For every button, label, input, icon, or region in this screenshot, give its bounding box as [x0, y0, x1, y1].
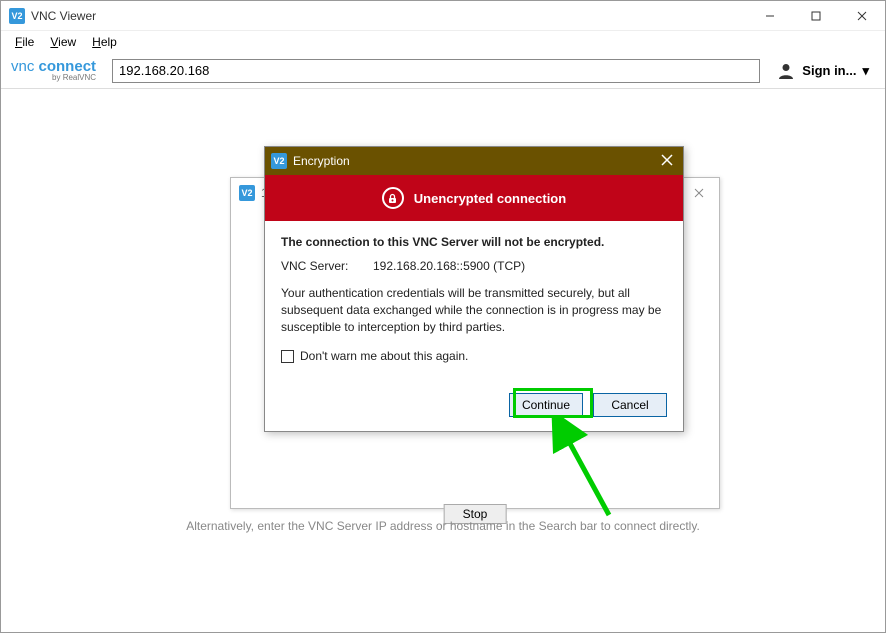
- continue-button[interactable]: Continue: [509, 393, 583, 417]
- brand-logo: vnc connect by RealVNC: [11, 59, 96, 82]
- close-button[interactable]: [839, 1, 885, 31]
- menu-view[interactable]: View: [42, 33, 84, 51]
- window-title: VNC Viewer: [31, 9, 747, 23]
- dialog-buttons: Continue Cancel: [265, 393, 683, 431]
- dialog-banner: Unencrypted connection: [265, 175, 683, 221]
- dialog-close-button[interactable]: [651, 153, 683, 169]
- server-row: VNC Server: 192.168.20.168::5900 (TCP): [281, 259, 667, 273]
- toolbar: vnc connect by RealVNC Sign in... ▾: [1, 53, 885, 89]
- app-icon: V2: [9, 8, 25, 24]
- minimize-button[interactable]: [747, 1, 793, 31]
- user-icon: [776, 61, 796, 81]
- lock-icon: [382, 187, 404, 209]
- signin-button[interactable]: Sign in... ▾: [770, 61, 875, 81]
- app-icon: V2: [239, 185, 255, 201]
- cancel-button[interactable]: Cancel: [593, 393, 667, 417]
- brand-subtext: by RealVNC: [11, 74, 96, 82]
- main-window: V2 VNC Viewer File View Help vnc connect…: [0, 0, 886, 633]
- dialog-body: The connection to this VNC Server will n…: [265, 221, 683, 393]
- hint-text: Alternatively, enter the VNC Server IP a…: [1, 519, 885, 533]
- dialog-title-text: Encryption: [293, 154, 651, 168]
- menu-file[interactable]: File: [7, 33, 42, 51]
- checkbox-box[interactable]: [281, 350, 294, 363]
- maximize-button[interactable]: [793, 1, 839, 31]
- server-label: VNC Server:: [281, 259, 373, 273]
- checkbox-label: Don't warn me about this again.: [300, 349, 468, 363]
- dont-warn-checkbox[interactable]: Don't warn me about this again.: [281, 349, 667, 363]
- app-icon: V2: [271, 153, 287, 169]
- dialog-heading: The connection to this VNC Server will n…: [281, 235, 667, 249]
- main-titlebar: V2 VNC Viewer: [1, 1, 885, 31]
- menubar: File View Help: [1, 31, 885, 53]
- encryption-dialog: V2 Encryption Unencrypted connection The…: [264, 146, 684, 432]
- signin-label: Sign in...: [802, 63, 856, 78]
- server-value: 192.168.20.168::5900 (TCP): [373, 259, 525, 273]
- dialog-titlebar: V2 Encryption: [265, 147, 683, 175]
- chevron-down-icon: ▾: [862, 63, 869, 79]
- dialog-description: Your authentication credentials will be …: [281, 285, 667, 335]
- window-controls: [747, 1, 885, 31]
- banner-text: Unencrypted connection: [414, 191, 566, 206]
- address-input[interactable]: [112, 59, 760, 83]
- sub-close-button[interactable]: [679, 178, 719, 208]
- menu-help[interactable]: Help: [84, 33, 125, 51]
- brand-text-1: vnc: [11, 58, 39, 75]
